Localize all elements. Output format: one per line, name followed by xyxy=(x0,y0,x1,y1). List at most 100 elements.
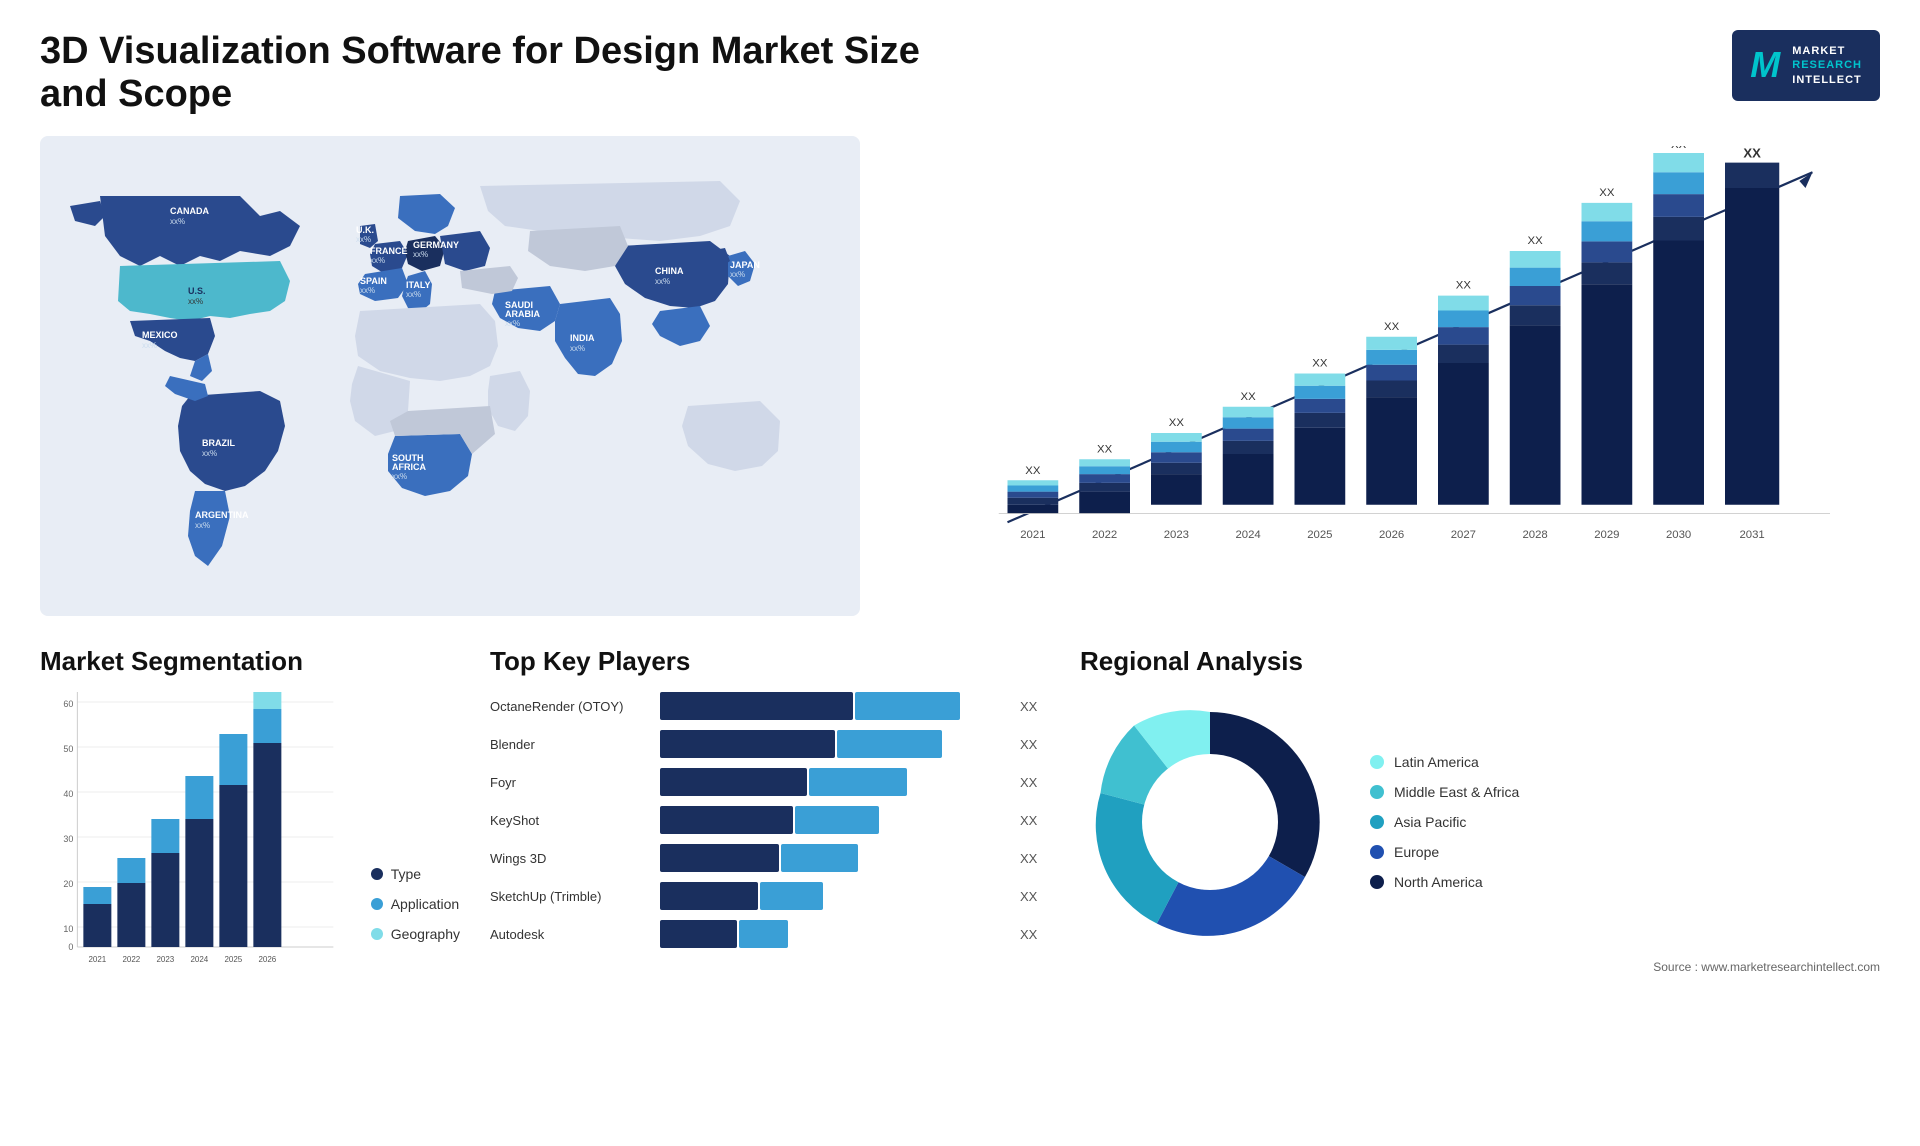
dot-middle-east xyxy=(1370,785,1384,799)
svg-text:40: 40 xyxy=(63,789,73,799)
dot-north-america xyxy=(1370,875,1384,889)
svg-text:2023: 2023 xyxy=(1164,529,1189,541)
growth-chart: XX 2021 XX 2022 xyxy=(890,136,1880,616)
uk-value: xx% xyxy=(356,235,371,244)
svg-text:2031: 2031 xyxy=(1739,529,1764,541)
player-bar-autodesk xyxy=(660,920,1010,948)
logo-text: MARKET RESEARCH INTELLECT xyxy=(1792,44,1862,87)
uk-label: U.K. xyxy=(356,225,374,235)
player-name-sketchup: SketchUp (Trimble) xyxy=(490,889,650,904)
svg-text:2022: 2022 xyxy=(1092,529,1117,541)
label-north-america: North America xyxy=(1394,874,1483,890)
svg-text:2026: 2026 xyxy=(258,955,276,964)
logo-box: M MARKET RESEARCH INTELLECT xyxy=(1732,30,1880,101)
bar-seg-dark xyxy=(660,806,793,834)
player-xx-autodesk: XX xyxy=(1020,927,1050,942)
svg-text:ARABIA: ARABIA xyxy=(505,309,540,319)
china-value: xx% xyxy=(655,277,670,286)
bar-2030: XX 2030 xyxy=(1653,146,1704,541)
svg-text:50: 50 xyxy=(63,744,73,754)
segmentation-chart: 60 50 40 30 20 10 0 xyxy=(40,692,460,972)
geography-label: Geography xyxy=(391,926,460,942)
player-bar-octane xyxy=(660,692,1010,720)
brazil-label: BRAZIL xyxy=(202,438,235,448)
spain-label: SPAIN xyxy=(360,276,387,286)
seg-bars-area: 60 50 40 30 20 10 0 xyxy=(40,692,351,972)
label-latin-america: Latin America xyxy=(1394,754,1479,770)
us-label: U.S. xyxy=(188,286,206,296)
player-name-wings: Wings 3D xyxy=(490,851,650,866)
header: 3D Visualization Software for Design Mar… xyxy=(40,30,1880,116)
segmentation-legend: Type Application Geography xyxy=(371,866,460,972)
us-value: xx% xyxy=(188,297,203,306)
bar-seg-light xyxy=(855,692,960,720)
source-text: Source : www.marketresearchintellect.com xyxy=(1653,960,1880,974)
label-middle-east: Middle East & Africa xyxy=(1394,784,1519,800)
dot-asia-pacific xyxy=(1370,815,1384,829)
logo-letter: M xyxy=(1750,44,1780,86)
svg-text:AFRICA: AFRICA xyxy=(392,462,426,472)
canada-value: xx% xyxy=(170,217,185,226)
svg-text:30: 30 xyxy=(63,834,73,844)
application-dot xyxy=(371,898,383,910)
svg-text:XX: XX xyxy=(1599,187,1615,199)
seg-svg: 60 50 40 30 20 10 0 xyxy=(40,692,351,972)
players-list: OctaneRender (OTOY) XX Blender XX xyxy=(490,692,1050,948)
player-row-wings: Wings 3D XX xyxy=(490,844,1050,872)
svg-text:XX: XX xyxy=(1456,280,1472,292)
bottom-section: Market Segmentation 60 50 40 30 20 10 0 xyxy=(40,646,1880,1026)
player-row-sketchup: SketchUp (Trimble) XX xyxy=(490,882,1050,910)
svg-text:2027: 2027 xyxy=(1451,529,1476,541)
svg-text:2025: 2025 xyxy=(224,955,242,964)
seg-group-2022: 2022 xyxy=(117,858,145,964)
svg-text:2025: 2025 xyxy=(1307,529,1332,541)
svg-text:XX: XX xyxy=(1671,146,1687,151)
application-label: Application xyxy=(391,896,460,912)
players-title: Top Key Players xyxy=(490,646,1050,677)
legend-north-america: North America xyxy=(1370,874,1519,890)
seg-group-2021: 2021 xyxy=(83,887,111,964)
south-africa-value: xx% xyxy=(392,472,407,481)
svg-text:60: 60 xyxy=(63,699,73,709)
bar-seg-dark xyxy=(660,768,807,796)
growth-chart-svg: XX 2021 XX 2022 xyxy=(940,146,1880,566)
bar-seg-light xyxy=(837,730,942,758)
regional-title: Regional Analysis xyxy=(1080,646,1880,677)
japan-label: JAPAN xyxy=(730,260,760,270)
player-bar-sketchup xyxy=(660,882,1010,910)
seg-group-2023: 2023 xyxy=(151,819,179,964)
svg-text:2028: 2028 xyxy=(1522,529,1547,541)
bar-2023: XX 2023 xyxy=(1151,417,1202,541)
svg-text:2023: 2023 xyxy=(156,955,174,964)
player-name-blender: Blender xyxy=(490,737,650,752)
italy-value: xx% xyxy=(406,290,421,299)
france-value: xx% xyxy=(370,256,385,265)
svg-text:XX: XX xyxy=(1241,391,1257,403)
players-section: Top Key Players OctaneRender (OTOY) XX B… xyxy=(490,646,1050,1026)
geography-dot xyxy=(371,928,383,940)
svg-text:2029: 2029 xyxy=(1594,529,1619,541)
india-label: INDIA xyxy=(570,333,595,343)
france-label: FRANCE xyxy=(370,246,408,256)
player-xx-sketchup: XX xyxy=(1020,889,1050,904)
japan-value: xx% xyxy=(730,270,745,279)
legend-asia-pacific: Asia Pacific xyxy=(1370,814,1519,830)
spain-value: xx% xyxy=(360,286,375,295)
seg-group-2025: 2025 xyxy=(219,734,247,964)
player-row-octane: OctaneRender (OTOY) XX xyxy=(490,692,1050,720)
svg-text:2026: 2026 xyxy=(1379,529,1404,541)
bar-seg-light xyxy=(795,806,879,834)
bar-seg-light xyxy=(739,920,788,948)
svg-text:2024: 2024 xyxy=(1235,529,1260,541)
segmentation-title: Market Segmentation xyxy=(40,646,460,677)
bar-seg-dark xyxy=(660,730,835,758)
type-dot xyxy=(371,868,383,880)
legend-item-geography: Geography xyxy=(371,926,460,942)
saudi-value: xx% xyxy=(505,319,520,328)
svg-text:XX: XX xyxy=(1312,358,1328,370)
argentina-value: xx% xyxy=(195,521,210,530)
svg-text:XX: XX xyxy=(1743,146,1761,160)
player-row-autodesk: Autodesk XX xyxy=(490,920,1050,948)
germany-label: GERMANY xyxy=(413,240,459,250)
player-xx-octane: XX xyxy=(1020,699,1050,714)
